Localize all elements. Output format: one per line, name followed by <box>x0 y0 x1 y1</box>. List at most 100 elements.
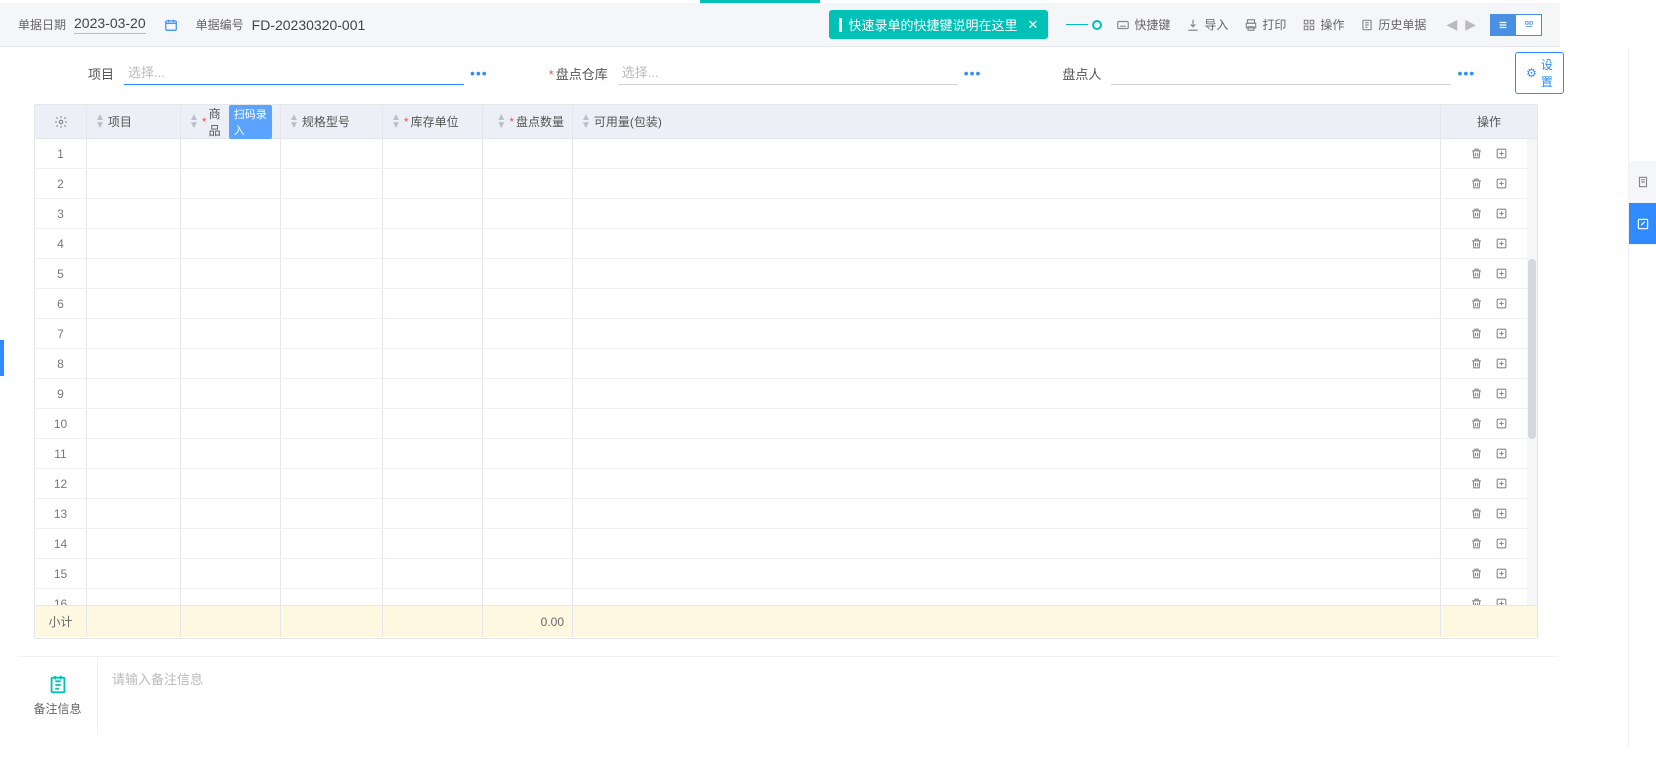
cell-unit[interactable] <box>383 199 483 228</box>
cell-avail[interactable] <box>573 529 1441 558</box>
cell-qty[interactable] <box>483 589 573 605</box>
left-tab-stub[interactable] <box>0 340 4 376</box>
col-qty[interactable]: ▲▼*盘点数量 <box>483 105 573 138</box>
add-row-icon[interactable] <box>1495 537 1508 550</box>
project-input[interactable] <box>124 61 464 85</box>
cell-qty[interactable] <box>483 499 573 528</box>
cell-qty[interactable] <box>483 529 573 558</box>
table-row[interactable]: 6 <box>35 289 1537 319</box>
delete-icon[interactable] <box>1470 387 1483 400</box>
table-row[interactable]: 13 <box>35 499 1537 529</box>
cell-project[interactable] <box>87 199 181 228</box>
view-list-button[interactable] <box>1490 14 1516 36</box>
cell-product[interactable] <box>181 319 281 348</box>
cell-spec[interactable] <box>281 559 383 588</box>
cell-avail[interactable] <box>573 589 1441 605</box>
calendar-icon[interactable] <box>164 18 178 32</box>
add-row-icon[interactable] <box>1495 597 1508 605</box>
add-row-icon[interactable] <box>1495 297 1508 310</box>
cell-spec[interactable] <box>281 289 383 318</box>
cell-spec[interactable] <box>281 529 383 558</box>
add-row-icon[interactable] <box>1495 327 1508 340</box>
cell-spec[interactable] <box>281 469 383 498</box>
cell-avail[interactable] <box>573 229 1441 258</box>
cell-product[interactable] <box>181 559 281 588</box>
nav-prev-icon[interactable]: ◀ <box>1446 16 1457 33</box>
add-row-icon[interactable] <box>1495 447 1508 460</box>
cell-avail[interactable] <box>573 319 1441 348</box>
table-row[interactable]: 14 <box>35 529 1537 559</box>
table-row[interactable]: 10 <box>35 409 1537 439</box>
table-row[interactable]: 8 <box>35 349 1537 379</box>
cell-qty[interactable] <box>483 259 573 288</box>
cell-unit[interactable] <box>383 169 483 198</box>
history-button[interactable]: 历史单据 <box>1360 16 1426 33</box>
cell-product[interactable] <box>181 139 281 168</box>
view-grid-button[interactable] <box>1516 14 1542 36</box>
cell-unit[interactable] <box>383 469 483 498</box>
delete-icon[interactable] <box>1470 207 1483 220</box>
delete-icon[interactable] <box>1470 597 1483 605</box>
cell-product[interactable] <box>181 229 281 258</box>
cell-avail[interactable] <box>573 559 1441 588</box>
cell-project[interactable] <box>87 409 181 438</box>
cell-spec[interactable] <box>281 439 383 468</box>
cell-unit[interactable] <box>383 409 483 438</box>
cell-spec[interactable] <box>281 589 383 605</box>
cell-qty[interactable] <box>483 469 573 498</box>
cell-unit[interactable] <box>383 439 483 468</box>
cell-project[interactable] <box>87 319 181 348</box>
add-row-icon[interactable] <box>1495 357 1508 370</box>
column-settings-gear[interactable] <box>35 105 87 138</box>
table-row[interactable]: 1 <box>35 139 1537 169</box>
cell-spec[interactable] <box>281 349 383 378</box>
close-icon[interactable]: ✕ <box>1027 17 1038 33</box>
cell-avail[interactable] <box>573 289 1441 318</box>
add-row-icon[interactable] <box>1495 177 1508 190</box>
vertical-scrollbar[interactable] <box>1527 139 1537 605</box>
add-row-icon[interactable] <box>1495 477 1508 490</box>
operate-button[interactable]: 操作 <box>1302 16 1344 33</box>
cell-qty[interactable] <box>483 409 573 438</box>
table-row[interactable]: 3 <box>35 199 1537 229</box>
cell-unit[interactable] <box>383 349 483 378</box>
cell-product[interactable] <box>181 289 281 318</box>
cell-unit[interactable] <box>383 139 483 168</box>
add-row-icon[interactable] <box>1495 207 1508 220</box>
cell-qty[interactable] <box>483 559 573 588</box>
cell-product[interactable] <box>181 379 281 408</box>
add-row-icon[interactable] <box>1495 147 1508 160</box>
cell-product[interactable] <box>181 259 281 288</box>
person-more-icon[interactable]: ••• <box>1457 65 1475 81</box>
table-row[interactable]: 2 <box>35 169 1537 199</box>
add-row-icon[interactable] <box>1495 567 1508 580</box>
col-unit[interactable]: ▲▼*库存单位 <box>383 105 483 138</box>
add-row-icon[interactable] <box>1495 387 1508 400</box>
cell-unit[interactable] <box>383 529 483 558</box>
import-button[interactable]: 导入 <box>1186 16 1228 33</box>
cell-unit[interactable] <box>383 259 483 288</box>
cell-unit[interactable] <box>383 589 483 605</box>
cell-unit[interactable] <box>383 379 483 408</box>
add-row-icon[interactable] <box>1495 267 1508 280</box>
cell-spec[interactable] <box>281 199 383 228</box>
delete-icon[interactable] <box>1470 537 1483 550</box>
cell-qty[interactable] <box>483 139 573 168</box>
cell-product[interactable] <box>181 499 281 528</box>
cell-product[interactable] <box>181 349 281 378</box>
cell-project[interactable] <box>87 169 181 198</box>
table-row[interactable]: 12 <box>35 469 1537 499</box>
settings-button[interactable]: ⚙ 设置 <box>1515 52 1564 94</box>
delete-icon[interactable] <box>1470 477 1483 490</box>
col-product[interactable]: ▲▼*商品扫码录入 <box>181 105 281 138</box>
cell-qty[interactable] <box>483 379 573 408</box>
cell-product[interactable] <box>181 439 281 468</box>
cell-avail[interactable] <box>573 469 1441 498</box>
table-row[interactable]: 16 <box>35 589 1537 605</box>
cell-spec[interactable] <box>281 139 383 168</box>
delete-icon[interactable] <box>1470 147 1483 160</box>
cell-spec[interactable] <box>281 259 383 288</box>
cell-product[interactable] <box>181 529 281 558</box>
cell-product[interactable] <box>181 199 281 228</box>
cell-project[interactable] <box>87 289 181 318</box>
